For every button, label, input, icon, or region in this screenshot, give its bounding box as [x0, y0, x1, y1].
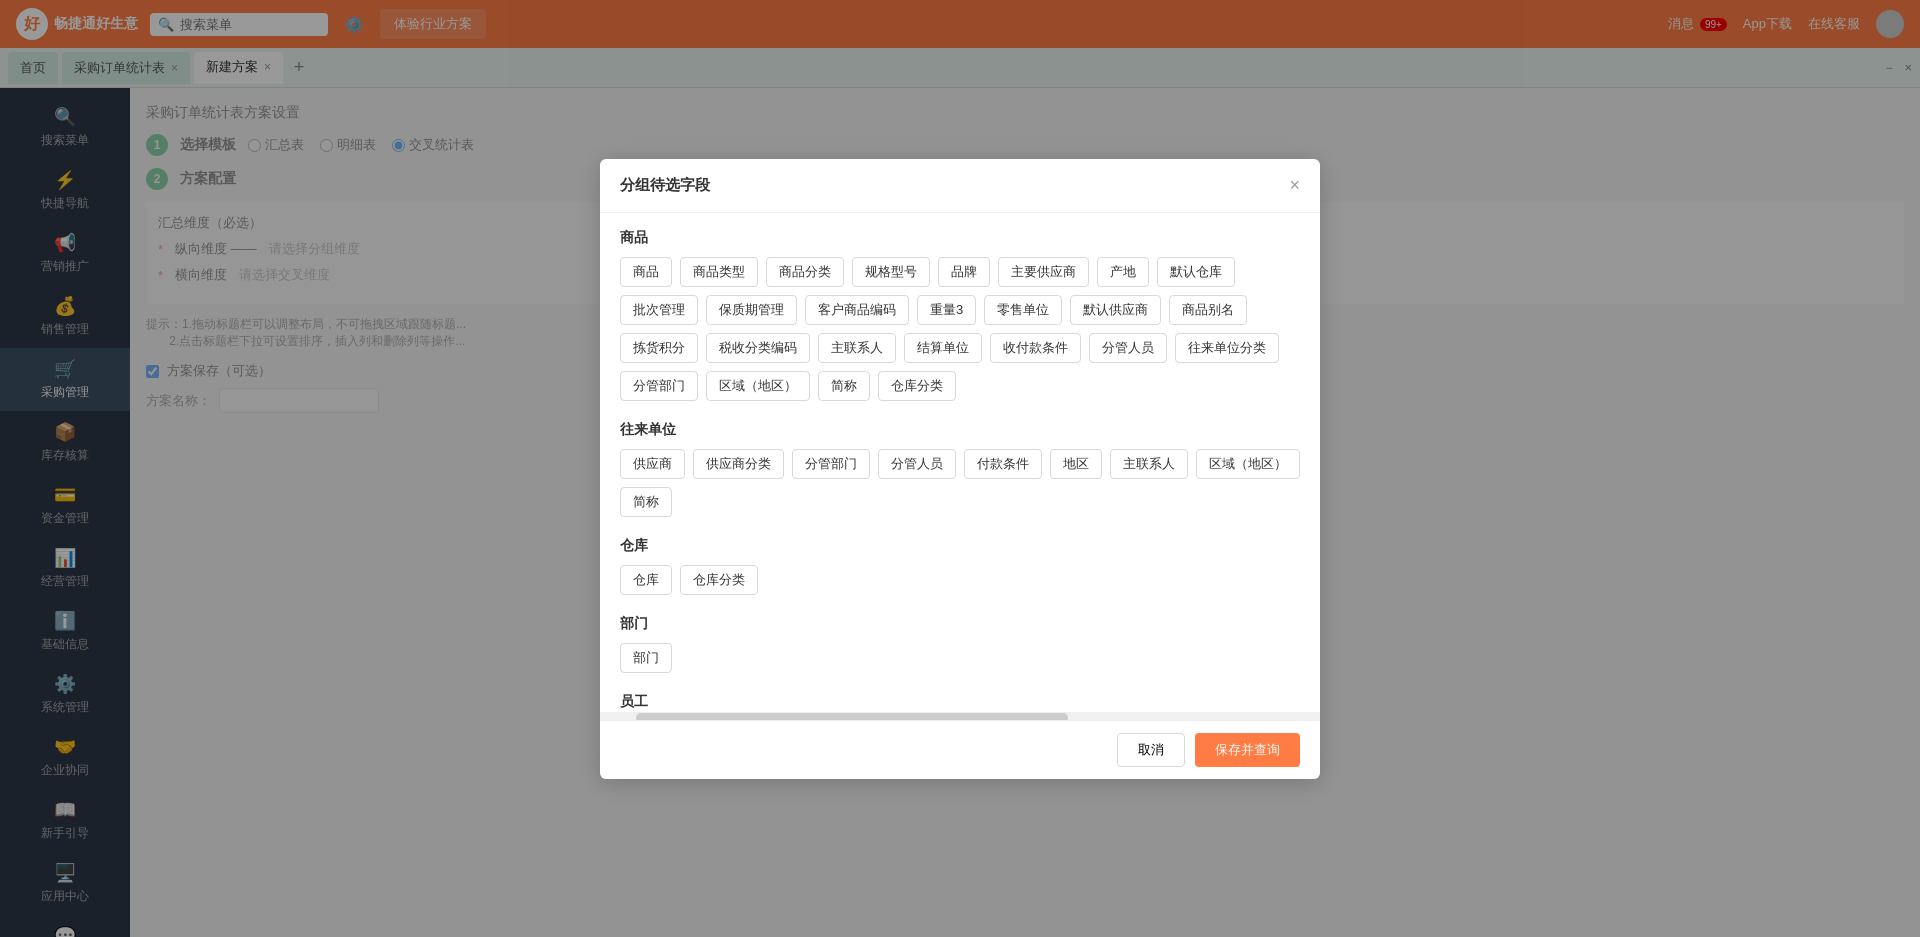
- tag-short-name-product[interactable]: 简称: [818, 371, 870, 401]
- tag-payment-cond[interactable]: 付款条件: [964, 449, 1042, 479]
- tag-product-alias[interactable]: 商品别名: [1169, 295, 1247, 325]
- tag-partner-category[interactable]: 往来单位分类: [1175, 333, 1279, 363]
- tag-region-partner[interactable]: 区域（地区）: [1196, 449, 1300, 479]
- product-tags: 商品 商品类型 商品分类 规格型号 品牌 主要供应商 产地 默认仓库 批次管理 …: [620, 257, 1300, 401]
- tag-supplier[interactable]: 供应商: [620, 449, 685, 479]
- tag-settlement-unit[interactable]: 结算单位: [904, 333, 982, 363]
- tag-expiry-mgmt[interactable]: 保质期管理: [706, 295, 797, 325]
- tag-default-supplier[interactable]: 默认供应商: [1070, 295, 1161, 325]
- section-employee: 员工 业务员: [620, 693, 1300, 713]
- tag-region-product[interactable]: 区域（地区）: [706, 371, 810, 401]
- tag-contact-partner[interactable]: 主联系人: [1110, 449, 1188, 479]
- section-department: 部门 部门: [620, 615, 1300, 673]
- tag-supplier-cat[interactable]: 供应商分类: [693, 449, 784, 479]
- tag-dept-partner[interactable]: 分管部门: [792, 449, 870, 479]
- section-product-title: 商品: [620, 229, 1300, 247]
- department-tags: 部门: [620, 643, 1300, 673]
- tag-batch-mgmt[interactable]: 批次管理: [620, 295, 698, 325]
- tag-warehouse-cat[interactable]: 仓库分类: [680, 565, 758, 595]
- section-product: 商品 商品 商品类型 商品分类 规格型号 品牌 主要供应商 产地 默认仓库 批次…: [620, 229, 1300, 401]
- tag-default-warehouse[interactable]: 默认仓库: [1157, 257, 1235, 287]
- confirm-button[interactable]: 保存并查询: [1195, 733, 1300, 767]
- tag-pick-points[interactable]: 拣货积分: [620, 333, 698, 363]
- tag-main-supplier[interactable]: 主要供应商: [998, 257, 1089, 287]
- modal-dialog: 分组待选字段 × 商品 商品 商品类型 商品分类 规格型号 品牌 主要供应商: [600, 159, 1320, 779]
- content-area: 采购订单统计表方案设置 1 选择模板 汇总表 明细表 交叉统: [130, 88, 1920, 937]
- tag-weight3[interactable]: 重量3: [917, 295, 976, 325]
- tag-area-partner[interactable]: 地区: [1050, 449, 1102, 479]
- section-employee-title: 员工: [620, 693, 1300, 711]
- modal-body[interactable]: 商品 商品 商品类型 商品分类 规格型号 品牌 主要供应商 产地 默认仓库 批次…: [600, 213, 1320, 713]
- section-warehouse-title: 仓库: [620, 537, 1300, 555]
- tag-product[interactable]: 商品: [620, 257, 672, 287]
- section-partner-title: 往来单位: [620, 421, 1300, 439]
- tag-payment-terms[interactable]: 收付款条件: [990, 333, 1081, 363]
- tag-manager[interactable]: 分管人员: [1089, 333, 1167, 363]
- tag-customer-code[interactable]: 客户商品编码: [805, 295, 909, 325]
- tag-product-category[interactable]: 商品分类: [766, 257, 844, 287]
- section-department-title: 部门: [620, 615, 1300, 633]
- modal-header: 分组待选字段 ×: [600, 159, 1320, 213]
- tag-retail-unit[interactable]: 零售单位: [984, 295, 1062, 325]
- main-layout: 🔍 搜索菜单 ⚡ 快捷导航 📢 营销推广 💰 销售管理 🛒 采购管理 📦 库存核…: [0, 88, 1920, 937]
- tag-origin[interactable]: 产地: [1097, 257, 1149, 287]
- tag-tax-code[interactable]: 税收分类编码: [706, 333, 810, 363]
- partner-tags: 供应商 供应商分类 分管部门 分管人员 付款条件 地区 主联系人 区域（地区） …: [620, 449, 1300, 517]
- tag-department[interactable]: 部门: [620, 643, 672, 673]
- tag-brand[interactable]: 品牌: [938, 257, 990, 287]
- tag-main-contact[interactable]: 主联系人: [818, 333, 896, 363]
- modal-close-button[interactable]: ×: [1289, 175, 1300, 196]
- tag-warehouse[interactable]: 仓库: [620, 565, 672, 595]
- modal-horizontal-scrollbar[interactable]: [600, 712, 1320, 719]
- modal-hscroll-thumb: [636, 713, 1068, 719]
- tag-spec-model[interactable]: 规格型号: [852, 257, 930, 287]
- tag-warehouse-cat-product[interactable]: 仓库分类: [878, 371, 956, 401]
- tag-dept-managed[interactable]: 分管部门: [620, 371, 698, 401]
- modal-footer: 取消 保存并查询: [600, 720, 1320, 779]
- tag-short-partner[interactable]: 简称: [620, 487, 672, 517]
- cancel-button[interactable]: 取消: [1117, 733, 1185, 767]
- modal-title: 分组待选字段: [620, 176, 710, 195]
- tag-manager-partner[interactable]: 分管人员: [878, 449, 956, 479]
- section-partner: 往来单位 供应商 供应商分类 分管部门 分管人员 付款条件 地区 主联系人 区域…: [620, 421, 1300, 517]
- warehouse-tags: 仓库 仓库分类: [620, 565, 1300, 595]
- tag-product-type[interactable]: 商品类型: [680, 257, 758, 287]
- section-warehouse: 仓库 仓库 仓库分类: [620, 537, 1300, 595]
- modal-overlay: 分组待选字段 × 商品 商品 商品类型 商品分类 规格型号 品牌 主要供应商: [130, 88, 1920, 937]
